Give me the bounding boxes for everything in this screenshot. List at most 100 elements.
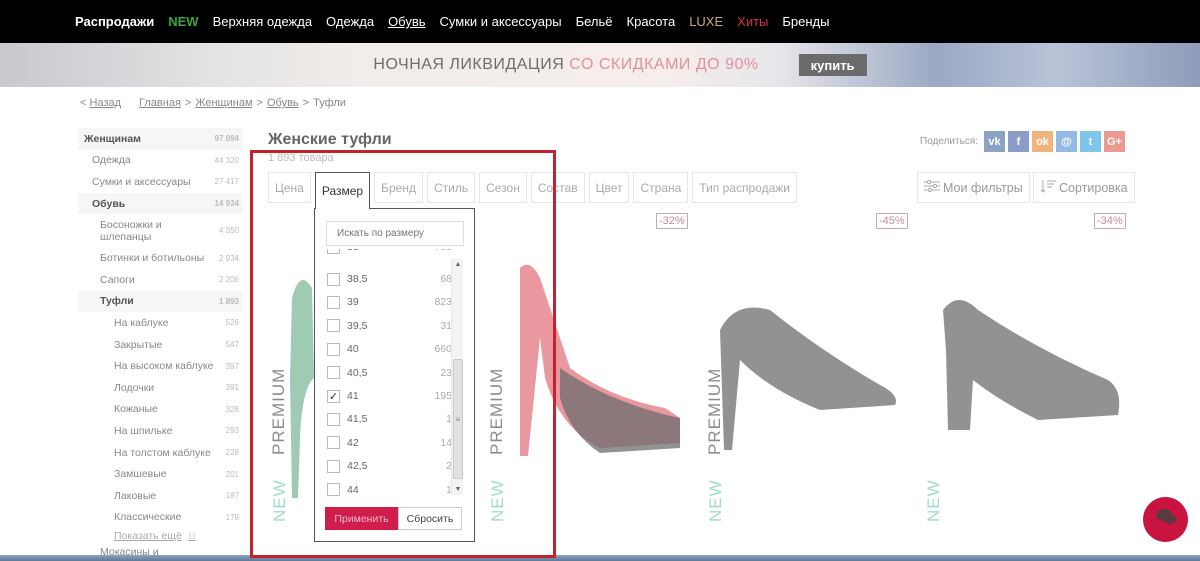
size-list-scrollbar[interactable]: ▲ ≡ ▼ xyxy=(451,259,463,495)
category-item[interactable]: Классические 178 xyxy=(78,507,243,529)
product-image[interactable] xyxy=(490,258,690,463)
product-image[interactable] xyxy=(710,290,910,455)
filter-tab[interactable]: Цена xyxy=(268,172,311,203)
category-item[interactable]: Закрытые 547 xyxy=(78,334,243,356)
category-item[interactable]: Кожаные 328 xyxy=(78,399,243,421)
back-link-wrap[interactable]: < Назад xyxy=(80,97,121,109)
my-filters-label: Мои фильтры xyxy=(943,180,1023,195)
filter-tab[interactable]: Цвет xyxy=(588,172,630,203)
filter-tab[interactable]: Состав xyxy=(530,172,585,203)
apply-button[interactable]: Применить xyxy=(325,507,398,530)
checkbox[interactable] xyxy=(327,272,340,286)
size-option[interactable]: 42 14 xyxy=(327,431,452,455)
promo-banner[interactable]: НОЧНАЯ ЛИКВИДАЦИЯ СО СКИДКАМИ ДО 90% куп… xyxy=(0,43,1200,87)
category-item[interactable]: На шпильке 293 xyxy=(78,420,243,442)
size-option[interactable]: 41,5 1 xyxy=(327,407,452,431)
filter-tab[interactable]: Сезон xyxy=(479,172,527,203)
nav-item-6[interactable]: Бельё xyxy=(576,14,613,29)
filter-tab[interactable]: Тип распродажи xyxy=(692,172,797,203)
nav-item-0[interactable]: Распродажи xyxy=(75,14,154,29)
category-item[interactable]: Лодочки 391 xyxy=(78,377,243,399)
size-option[interactable]: ✓ 41 195 xyxy=(327,384,452,408)
breadcrumb-item-home[interactable]: Главная xyxy=(139,97,181,109)
category-item[interactable]: Одежда 44 320 xyxy=(78,150,243,172)
nav-item-10[interactable]: Бренды xyxy=(782,14,829,29)
back-link[interactable]: Назад xyxy=(90,97,122,109)
nav-item-5[interactable]: Сумки и аксессуары xyxy=(440,14,562,29)
breadcrumb-item-shoes[interactable]: Обувь xyxy=(267,97,299,109)
product-card[interactable]: -34% NEW xyxy=(922,210,1134,530)
googleplus-icon[interactable]: G+ xyxy=(1104,131,1125,152)
nav-item-4[interactable]: Обувь xyxy=(388,14,425,29)
checkbox[interactable] xyxy=(327,342,340,356)
category-label: Сумки и аксессуары xyxy=(92,175,191,188)
filter-tab[interactable]: Размер xyxy=(314,172,371,209)
category-label: Одежда xyxy=(92,154,131,167)
my-filters-button[interactable]: Мои фильтры xyxy=(917,172,1030,203)
size-option[interactable]: 40,5 23 xyxy=(327,361,452,385)
checkbox[interactable] xyxy=(327,249,340,254)
product-card[interactable]: -32% PREMIUM NEW xyxy=(486,210,698,530)
category-item[interactable]: Женщинам 97 094 xyxy=(78,128,243,150)
nav-item-1[interactable]: NEW xyxy=(168,14,198,29)
scrollbar-thumb[interactable]: ≡ xyxy=(453,359,463,479)
checkbox[interactable] xyxy=(327,412,340,426)
category-count: 526 xyxy=(225,318,239,328)
size-option[interactable]: 42,5 2 xyxy=(327,454,452,478)
size-search-input[interactable] xyxy=(326,221,464,246)
odnoklassniki-icon[interactable]: ok xyxy=(1032,131,1053,152)
twitter-icon[interactable]: t xyxy=(1080,131,1101,152)
filter-tab[interactable]: Стиль xyxy=(426,172,476,203)
category-item[interactable]: Сапоги 2 206 xyxy=(78,269,243,291)
size-option[interactable]: 38,5 68 xyxy=(327,267,452,291)
filter-tab[interactable]: Бренд xyxy=(374,172,423,203)
size-option[interactable]: 40 660 xyxy=(327,337,452,361)
reset-button[interactable]: Сбросить xyxy=(398,507,462,530)
category-item[interactable]: Босоножки и шлепанцы 4 350 xyxy=(78,214,243,247)
category-item[interactable]: На каблуке 526 xyxy=(78,312,243,334)
checkbox[interactable] xyxy=(327,366,340,380)
category-item[interactable]: Туфли 1 893 xyxy=(78,290,243,313)
size-option[interactable]: 39 823 xyxy=(327,290,452,314)
checkbox[interactable] xyxy=(327,436,340,450)
nav-item-3[interactable]: Одежда xyxy=(326,14,374,29)
nav-item-2[interactable]: Верхняя одежда xyxy=(213,14,312,29)
category-item[interactable]: Замшевые 201 xyxy=(78,463,243,485)
category-item[interactable]: На толстом каблуке 228 xyxy=(78,442,243,464)
nav-item-9[interactable]: Хиты xyxy=(737,14,768,29)
size-option[interactable]: 39,5 31 xyxy=(327,314,452,338)
checkbox-checked[interactable]: ✓ xyxy=(327,389,340,403)
checkbox[interactable] xyxy=(327,295,340,309)
sliders-icon xyxy=(924,179,940,195)
category-count: 27 417 xyxy=(214,177,239,187)
vk-icon[interactable]: vk xyxy=(984,131,1005,152)
facebook-icon[interactable]: f xyxy=(1008,131,1029,152)
banner-buy-button[interactable]: купить xyxy=(798,54,867,76)
show-more-link[interactable]: Показать ещё 11 xyxy=(78,530,243,542)
checkbox[interactable] xyxy=(327,319,340,333)
size-option[interactable]: 44 1 xyxy=(327,478,452,501)
breadcrumb-item-women[interactable]: Женщинам xyxy=(195,97,252,109)
category-item[interactable]: На высоком каблуке 397 xyxy=(78,355,243,377)
sort-button[interactable]: Сортировка xyxy=(1033,172,1135,203)
nav-item-7[interactable]: Красота xyxy=(627,14,676,29)
category-item[interactable]: Ботинки и ботильоны 2 934 xyxy=(78,247,243,269)
category-count: 228 xyxy=(225,448,239,458)
nav-item-8[interactable]: LUXE xyxy=(689,14,723,29)
scroll-up-icon[interactable]: ▲ xyxy=(452,261,464,268)
moimir-icon[interactable]: @ xyxy=(1056,131,1077,152)
checkbox[interactable] xyxy=(327,483,340,497)
banner-text: НОЧНАЯ ЛИКВИДАЦИЯ СО СКИДКАМИ ДО 90% xyxy=(373,56,758,74)
filter-tab[interactable]: Страна xyxy=(633,172,689,203)
category-item[interactable]: Сумки и аксессуары 27 417 xyxy=(78,171,243,193)
product-image[interactable] xyxy=(928,290,1128,455)
size-option[interactable]: 38703 xyxy=(327,249,452,259)
scroll-down-icon[interactable]: ▼ xyxy=(452,486,464,493)
size-value: 41 xyxy=(347,390,359,402)
category-item[interactable]: Лаковые 187 xyxy=(78,485,243,507)
chat-button[interactable] xyxy=(1143,497,1188,542)
category-item[interactable]: Обувь 14 934 xyxy=(78,192,243,215)
checkbox[interactable] xyxy=(327,459,340,473)
product-card[interactable]: -45% PREMIUM NEW xyxy=(704,210,916,530)
category-count: 4 350 xyxy=(218,225,239,235)
